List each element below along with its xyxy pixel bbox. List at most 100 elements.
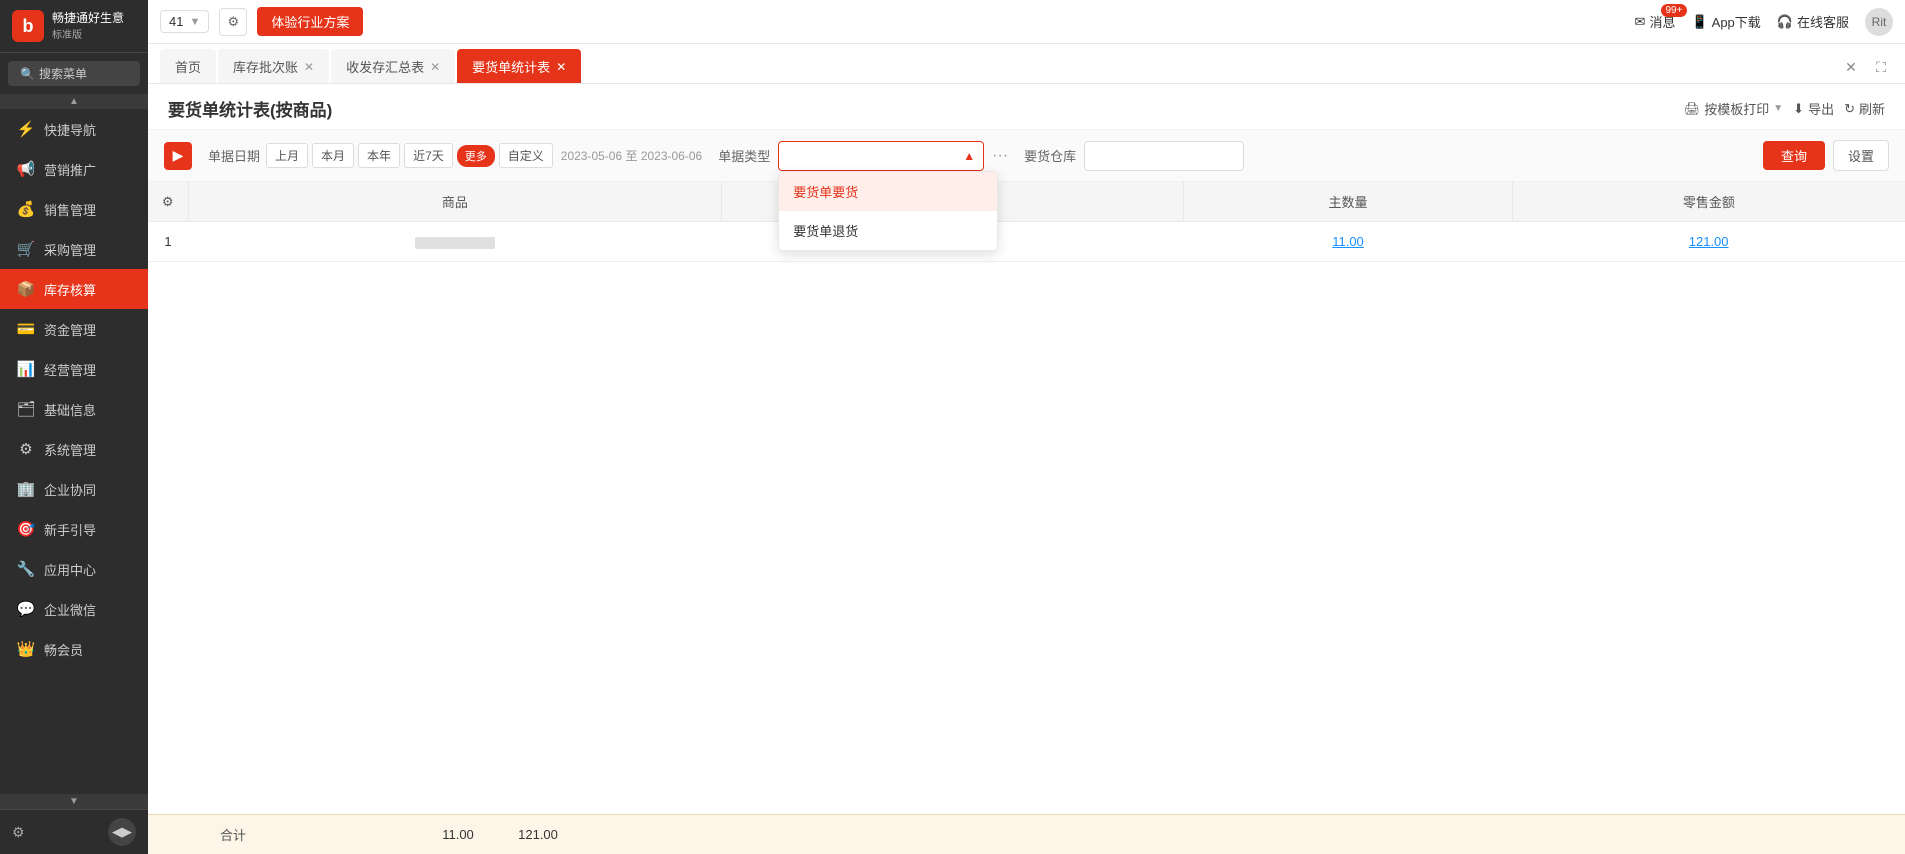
search-menu-label: 搜索菜单 — [39, 65, 87, 82]
marketing-icon: 📢 — [16, 159, 36, 179]
message-icon: ✉ — [1635, 14, 1646, 30]
operation-icon: 📊 — [16, 359, 36, 379]
date-btn-last-month[interactable]: 上月 — [266, 143, 308, 168]
app-download-btn[interactable]: 📱 App下载 — [1691, 12, 1760, 31]
message-badge: 99+ — [1661, 4, 1688, 17]
sidebar-toggle-btn[interactable]: ◀▶ — [108, 818, 136, 846]
settings-icon[interactable]: ⚙ — [12, 824, 25, 841]
sales-icon: 💰 — [16, 199, 36, 219]
sidebar-nav: ⚡ 快捷导航 📢 营销推广 💰 销售管理 🛒 采购管理 📦 库存核算 💳 资金管… — [0, 109, 148, 794]
sidebar-item-membership[interactable]: 👑 畅会员 — [0, 629, 148, 669]
download-icon: 📱 — [1691, 14, 1707, 30]
app-logo-icon: b — [12, 10, 44, 42]
col-settings[interactable]: ⚙ — [148, 182, 188, 222]
content-area: 要货单统计表(按商品) 🖨 按模板打印 ▼ ⬇ 导出 ↻ 刷新 ▶ — [148, 84, 1905, 854]
filter-expand-btn[interactable]: ▶ — [164, 142, 192, 170]
messages-btn[interactable]: ✉ 消息 99+ — [1635, 12, 1676, 31]
dropdown-item-demand-order[interactable]: 要货单要货 — [779, 172, 997, 211]
top-header: 41 ▼ ⚙ 体验行业方案 ✉ 消息 99+ 📱 App下载 🎧 在线客服 — [148, 0, 1905, 44]
warehouse-filter-group: 要货仓库 — [1024, 141, 1244, 171]
scroll-up-arrow[interactable]: ▲ — [0, 94, 148, 109]
query-button[interactable]: 查询 — [1763, 141, 1825, 170]
table-row: 1 块 11.00 121.00 — [148, 222, 1905, 262]
date-btn-7days[interactable]: 近7天 — [404, 143, 453, 168]
amount-link[interactable]: 121.00 — [1689, 234, 1729, 249]
close-tab-demand[interactable]: ✕ — [556, 60, 566, 74]
inventory-icon: 📦 — [16, 279, 36, 299]
close-all-tabs-btn[interactable]: ✕ — [1839, 55, 1863, 79]
table-container: ⚙ 商品 主计量单位 主数量 零售金额 1 块 — [148, 182, 1905, 814]
filter-settings-button[interactable]: 设置 — [1833, 140, 1889, 171]
chevron-up-icon[interactable]: ▲ — [963, 149, 975, 163]
export-btn[interactable]: ⬇ 导出 — [1793, 99, 1834, 118]
type-select-box[interactable]: ▲ — [778, 141, 984, 171]
quantity-link[interactable]: 11.00 — [1332, 234, 1364, 249]
sidebar-item-wechat[interactable]: 💬 企业微信 — [0, 589, 148, 629]
tab-stock-batch-label: 库存批次账 — [233, 57, 298, 76]
refresh-icon: ↻ — [1844, 101, 1855, 117]
app-name: 畅捷通好生意 — [52, 11, 124, 27]
user-avatar-btn[interactable]: Rit — [1865, 8, 1893, 36]
dropdown-item-demand-return[interactable]: 要货单退货 — [779, 211, 997, 250]
sidebar-item-sales[interactable]: 💰 销售管理 — [0, 189, 148, 229]
sidebar-item-inventory[interactable]: 📦 库存核算 — [0, 269, 148, 309]
sidebar-item-app-center[interactable]: 🔧 应用中心 — [0, 549, 148, 589]
sidebar-item-system[interactable]: ⚙ 系统管理 — [0, 429, 148, 469]
page-title-bar: 要货单统计表(按商品) 🖨 按模板打印 ▼ ⬇ 导出 ↻ 刷新 — [148, 84, 1905, 130]
purchase-icon: 🛒 — [16, 239, 36, 259]
search-icon: 🔍 — [20, 67, 35, 81]
tab-demand-summary[interactable]: 要货单统计表 ✕ — [457, 49, 581, 83]
sidebar-item-label: 畅会员 — [44, 640, 83, 659]
close-tab-receive[interactable]: ✕ — [430, 60, 440, 74]
close-tab-stock-batch[interactable]: ✕ — [304, 60, 314, 74]
trial-button[interactable]: 体验行业方案 — [257, 7, 363, 36]
company-selector[interactable]: 41 ▼ — [160, 10, 209, 33]
date-label: 单据日期 — [208, 146, 260, 165]
quick-nav-icon: ⚡ — [16, 119, 36, 139]
footer-amount: 121.00 — [498, 827, 578, 842]
row-no: 1 — [148, 222, 188, 262]
sidebar-item-basic[interactable]: 🗂 基础信息 — [0, 389, 148, 429]
refresh-btn[interactable]: ↻ 刷新 — [1844, 99, 1885, 118]
expand-tabs-btn[interactable]: ⛶ — [1869, 55, 1893, 79]
warehouse-label: 要货仓库 — [1024, 146, 1076, 165]
app-download-label: App下载 — [1712, 12, 1761, 31]
filter-more-dots[interactable]: ··· — [992, 147, 1008, 165]
row-quantity: 11.00 — [1184, 222, 1513, 262]
system-icon: ⚙ — [16, 439, 36, 459]
date-btn-this-month[interactable]: 本月 — [312, 143, 354, 168]
scroll-down-arrow[interactable]: ▼ — [0, 794, 148, 809]
print-btn[interactable]: 🖨 按模板打印 ▼ — [1684, 99, 1783, 118]
sidebar-item-marketing[interactable]: 📢 营销推广 — [0, 149, 148, 189]
app-center-icon: 🔧 — [16, 559, 36, 579]
settings-button[interactable]: ⚙ — [219, 8, 247, 36]
sidebar-item-label: 经营管理 — [44, 360, 96, 379]
sidebar-item-quick-nav[interactable]: ⚡ 快捷导航 — [0, 109, 148, 149]
sidebar-item-label: 采购管理 — [44, 240, 96, 259]
sidebar-item-operation[interactable]: 📊 经营管理 — [0, 349, 148, 389]
sidebar-item-enterprise[interactable]: 🏢 企业协同 — [0, 469, 148, 509]
warehouse-select[interactable] — [1084, 141, 1244, 171]
sidebar-item-purchase[interactable]: 🛒 采购管理 — [0, 229, 148, 269]
tab-stock-batch[interactable]: 库存批次账 ✕ — [218, 49, 329, 83]
date-btn-custom[interactable]: 自定义 — [499, 143, 553, 168]
sidebar-item-finance[interactable]: 💳 资金管理 — [0, 309, 148, 349]
page-title: 要货单统计表(按商品) — [168, 96, 332, 121]
date-btn-more[interactable]: 更多 — [457, 145, 495, 167]
tab-bar: 首页 库存批次账 ✕ 收发存汇总表 ✕ 要货单统计表 ✕ ✕ ⛶ — [148, 44, 1905, 84]
sidebar-item-guide[interactable]: 🎯 新手引导 — [0, 509, 148, 549]
sidebar-item-label: 库存核算 — [44, 280, 96, 299]
finance-icon: 💳 — [16, 319, 36, 339]
page-actions: 🖨 按模板打印 ▼ ⬇ 导出 ↻ 刷新 — [1684, 99, 1885, 118]
tab-home[interactable]: 首页 — [160, 49, 216, 83]
date-buttons: 上月 本月 本年 近7天 更多 自定义 — [266, 143, 553, 168]
footer-quantity: 11.00 — [418, 827, 498, 842]
online-service-btn[interactable]: 🎧 在线客服 — [1777, 12, 1849, 31]
type-input[interactable] — [787, 148, 963, 163]
search-menu[interactable]: 🔍 搜索菜单 — [8, 61, 140, 86]
col-quantity: 主数量 — [1184, 182, 1513, 222]
tab-receive-summary[interactable]: 收发存汇总表 ✕ — [331, 49, 455, 83]
sidebar-item-label: 营销推广 — [44, 160, 96, 179]
row-amount: 121.00 — [1512, 222, 1905, 262]
date-btn-this-year[interactable]: 本年 — [358, 143, 400, 168]
